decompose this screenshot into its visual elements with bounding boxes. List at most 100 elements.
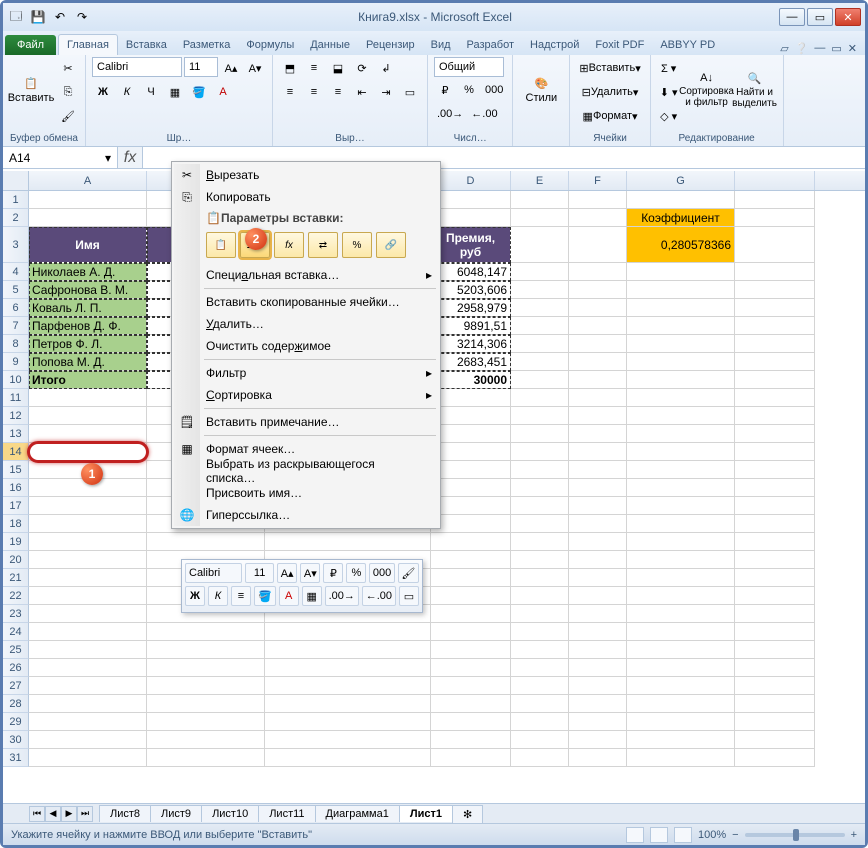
increase-decimal-button[interactable]: .00→: [434, 103, 466, 125]
ctx-pick-from-dropdown[interactable]: Выбрать из раскрывающегося списка…: [174, 460, 438, 482]
row-13[interactable]: 13: [3, 425, 29, 443]
cell-A3[interactable]: Имя: [29, 227, 147, 263]
tab-foxit[interactable]: Foxit PDF: [587, 35, 652, 55]
cell-A9[interactable]: Попова М. Д.: [29, 353, 147, 371]
border-button[interactable]: ▦: [164, 81, 186, 103]
ctx-cut[interactable]: ✂Вырезать: [174, 164, 438, 186]
shrink-font-button[interactable]: A▾: [244, 57, 266, 79]
cell-A7[interactable]: Парфенов Д. Ф.: [29, 317, 147, 335]
mt-grow-font[interactable]: A▴: [277, 563, 297, 583]
row-25[interactable]: 25: [3, 641, 29, 659]
format-painter-button[interactable]: 🖌: [57, 105, 79, 127]
clear-button[interactable]: ◇ ▾: [657, 105, 681, 127]
tab-layout[interactable]: Разметка: [175, 35, 239, 55]
sheet-nav-first[interactable]: ⏮: [29, 806, 45, 822]
cell-D5[interactable]: 5203,606: [431, 281, 511, 299]
zoom-in-button[interactable]: +: [851, 829, 857, 841]
align-left-button[interactable]: ≡: [279, 81, 301, 103]
sheet-nav-next[interactable]: ▶: [61, 806, 77, 822]
copy-button[interactable]: ⎘: [57, 81, 79, 103]
styles-button[interactable]: 🎨Стили: [519, 57, 563, 123]
align-right-button[interactable]: ≡: [327, 81, 349, 103]
row-4[interactable]: 4: [3, 263, 29, 281]
tab-data[interactable]: Данные: [302, 35, 358, 55]
row-19[interactable]: 19: [3, 533, 29, 551]
doc-restore-icon[interactable]: ▭: [831, 42, 841, 55]
fx-icon[interactable]: fx: [118, 147, 142, 168]
row-16[interactable]: 16: [3, 479, 29, 497]
paste-all-button[interactable]: 📋: [206, 232, 236, 258]
paste-formulas-button[interactable]: fx: [274, 232, 304, 258]
ctx-filter[interactable]: Фильтр▸: [174, 362, 438, 384]
decrease-decimal-button[interactable]: ←.00: [468, 103, 500, 125]
wrap-text-button[interactable]: ↲: [375, 57, 397, 79]
align-bottom-button[interactable]: ⬓: [327, 57, 349, 79]
row-11[interactable]: 11: [3, 389, 29, 407]
align-middle-button[interactable]: ≡: [303, 57, 325, 79]
cell-D3[interactable]: Премия, руб: [431, 227, 511, 263]
undo-icon[interactable]: ↶: [51, 8, 69, 26]
ctx-delete[interactable]: Удалить…: [174, 313, 438, 335]
cell-A6[interactable]: Коваль Л. П.: [29, 299, 147, 317]
ribbon-minimize-icon[interactable]: ▱: [780, 42, 788, 55]
paste-button[interactable]: 📋 Вставить: [9, 57, 53, 123]
col-D[interactable]: D: [431, 171, 511, 190]
percent-button[interactable]: %: [458, 79, 480, 101]
new-sheet-button[interactable]: ✻: [452, 805, 483, 823]
row-28[interactable]: 28: [3, 695, 29, 713]
row-7[interactable]: 7: [3, 317, 29, 335]
paste-formatting-button[interactable]: %: [342, 232, 372, 258]
cell-A8[interactable]: Петров Ф. Л.: [29, 335, 147, 353]
col-G[interactable]: G: [627, 171, 735, 190]
name-box[interactable]: A14▾: [3, 147, 118, 168]
cut-button[interactable]: ✂: [57, 57, 79, 79]
cell-D6[interactable]: 2958,979: [431, 299, 511, 317]
cell-A14[interactable]: [29, 443, 147, 461]
row-22[interactable]: 22: [3, 587, 29, 605]
maximize-button[interactable]: ▭: [807, 8, 833, 26]
font-color-button[interactable]: A: [212, 81, 234, 103]
row-21[interactable]: 21: [3, 569, 29, 587]
align-center-button[interactable]: ≡: [303, 81, 325, 103]
mt-italic[interactable]: К: [208, 586, 228, 606]
mt-align-center[interactable]: ≡: [231, 586, 251, 606]
tab-addins[interactable]: Надстрой: [522, 35, 587, 55]
sort-filter-button[interactable]: A↓Сортировка и фильтр: [685, 57, 729, 123]
sheet-tab[interactable]: Лист10: [201, 805, 259, 822]
font-name-combo[interactable]: Calibri: [92, 57, 182, 77]
paste-transpose-button[interactable]: ⇄: [308, 232, 338, 258]
sheet-nav-last[interactable]: ⏭: [77, 806, 93, 822]
mt-comma[interactable]: 000: [369, 563, 394, 583]
ctx-sort[interactable]: Сортировка▸: [174, 384, 438, 406]
row-24[interactable]: 24: [3, 623, 29, 641]
cell-D10[interactable]: 30000: [431, 371, 511, 389]
tab-review[interactable]: Рецензир: [358, 35, 423, 55]
orientation-button[interactable]: ⟳: [351, 57, 373, 79]
mt-currency[interactable]: ₽: [323, 563, 343, 583]
sheet-tab[interactable]: Лист9: [150, 805, 202, 822]
align-top-button[interactable]: ⬒: [279, 57, 301, 79]
doc-min-icon[interactable]: —: [814, 42, 825, 55]
cell-D7[interactable]: 9891,51: [431, 317, 511, 335]
tab-home[interactable]: Главная: [58, 34, 118, 55]
cell-A10[interactable]: Итого: [29, 371, 147, 389]
cell-D8[interactable]: 3214,306: [431, 335, 511, 353]
row-26[interactable]: 26: [3, 659, 29, 677]
row-14[interactable]: 14: [3, 443, 29, 461]
col-A[interactable]: A: [29, 171, 147, 190]
mt-font-combo[interactable]: Calibri: [185, 563, 242, 583]
mt-fill-color[interactable]: 🪣: [254, 586, 276, 606]
view-layout-button[interactable]: [650, 827, 668, 843]
number-format-combo[interactable]: Общий: [434, 57, 504, 77]
row-23[interactable]: 23: [3, 605, 29, 623]
minimize-button[interactable]: —: [779, 8, 805, 26]
mt-shrink-font[interactable]: A▾: [300, 563, 320, 583]
merge-button[interactable]: ▭: [399, 81, 421, 103]
grow-font-button[interactable]: A▴: [220, 57, 242, 79]
currency-button[interactable]: ₽: [434, 79, 456, 101]
format-cells-button[interactable]: ▦ Формат ▾: [576, 105, 643, 127]
italic-button[interactable]: К: [116, 81, 138, 103]
col-E[interactable]: E: [511, 171, 569, 190]
doc-close-icon[interactable]: ✕: [848, 42, 857, 55]
row-8[interactable]: 8: [3, 335, 29, 353]
